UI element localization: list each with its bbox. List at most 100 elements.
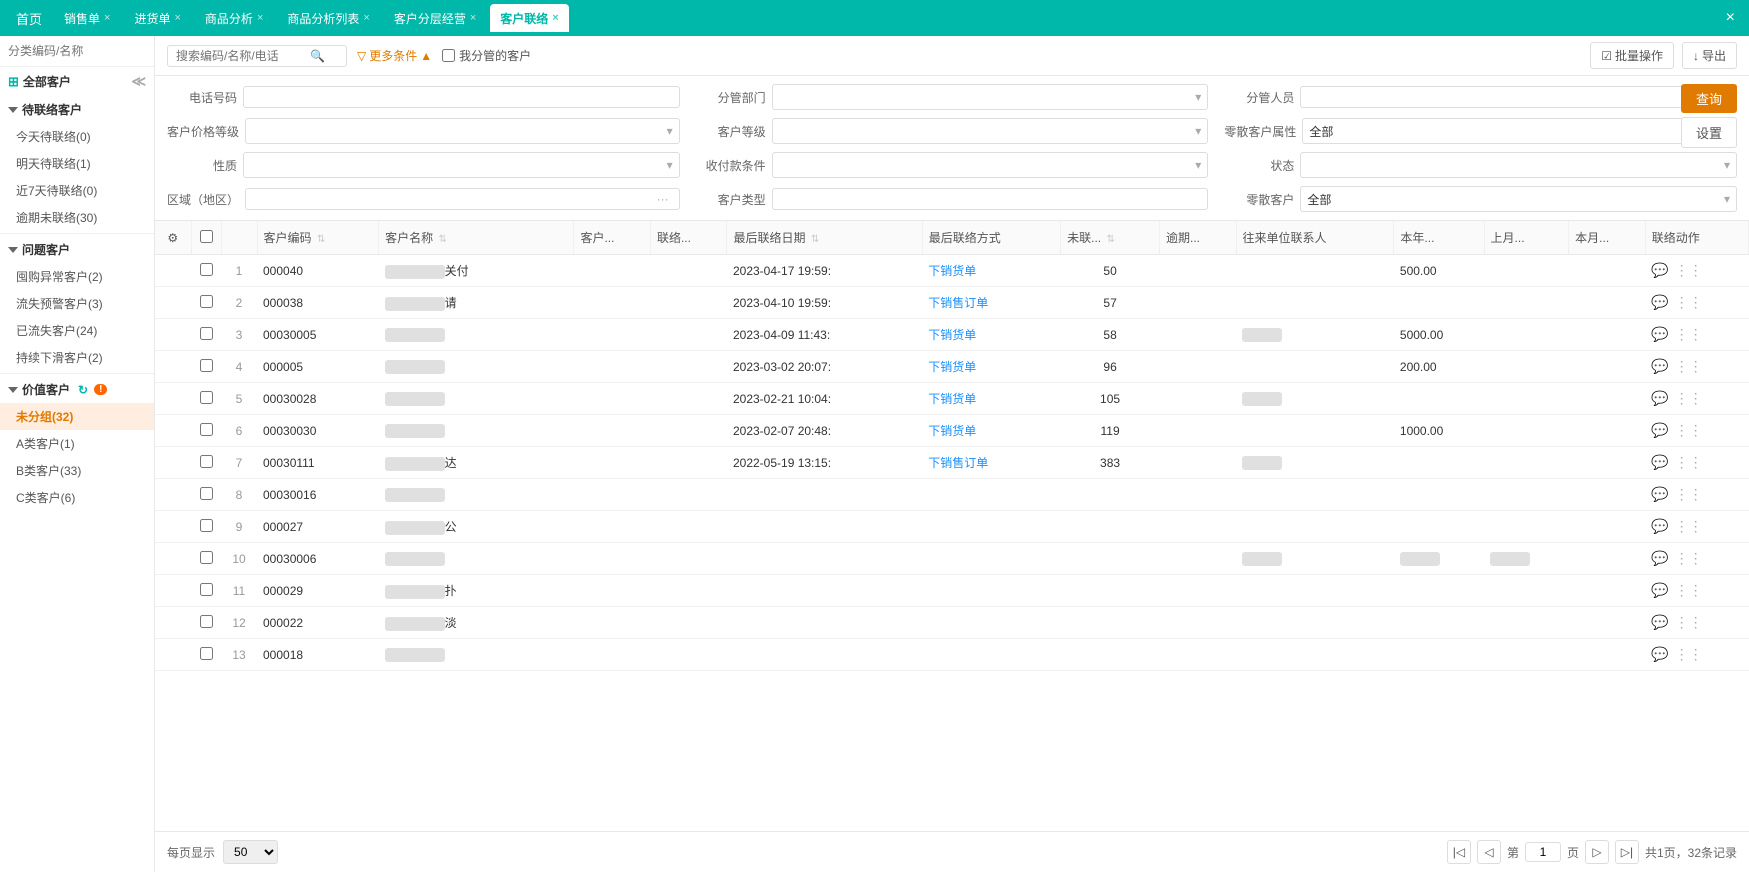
chat-icon[interactable]: 💬 xyxy=(1651,454,1668,471)
sidebar-item-declining[interactable]: 持续下滑客户(2) xyxy=(0,344,154,371)
row-checkbox[interactable] xyxy=(191,607,221,639)
more-actions-icon[interactable]: ⋮⋮ xyxy=(1675,518,1703,535)
contact-method-link[interactable]: 下销货单 xyxy=(928,264,976,278)
row-select-checkbox[interactable] xyxy=(200,583,213,596)
sidebar-item-today[interactable]: 今天待联络(0) xyxy=(0,123,154,150)
filter-input-customer-type[interactable] xyxy=(772,188,1209,210)
close-purchase-order[interactable]: × xyxy=(174,12,180,24)
tab-product-analysis-list[interactable]: 商品分析列表 × xyxy=(277,4,379,32)
more-actions-icon[interactable]: ⋮⋮ xyxy=(1675,646,1703,663)
column-not-contacted[interactable]: 未联... ⇅ xyxy=(1061,221,1160,255)
more-actions-icon[interactable]: ⋮⋮ xyxy=(1675,390,1703,407)
my-customers-checkbox[interactable] xyxy=(442,49,455,62)
row-select-checkbox[interactable] xyxy=(200,359,213,372)
filter-select-retail-attr[interactable]: 全部 ▾ xyxy=(1302,118,1737,144)
close-customer-segment[interactable]: × xyxy=(470,12,476,24)
filter-select-status[interactable]: ▾ xyxy=(1300,152,1737,178)
region-dots-icon[interactable]: ··· xyxy=(653,192,673,206)
my-customers-checkbox-label[interactable]: 我分管的客户 xyxy=(442,47,531,64)
tab-purchase-order[interactable]: 进货单 × xyxy=(124,4,190,32)
tab-customer-segment[interactable]: 客户分层经营 × xyxy=(384,4,486,32)
more-actions-icon[interactable]: ⋮⋮ xyxy=(1675,294,1703,311)
pending-contact-section[interactable]: 待联络客户 xyxy=(0,96,154,123)
row-checkbox[interactable] xyxy=(191,543,221,575)
filter-input-region[interactable]: ··· xyxy=(245,188,680,210)
sidebar-item-class-b[interactable]: B类客户(33) xyxy=(0,457,154,484)
more-actions-icon[interactable]: ⋮⋮ xyxy=(1675,454,1703,471)
per-page-select[interactable]: 50 100 200 xyxy=(223,840,278,864)
reset-button[interactable]: 设置 xyxy=(1681,117,1737,148)
more-actions-icon[interactable]: ⋮⋮ xyxy=(1675,422,1703,439)
more-actions-icon[interactable]: ⋮⋮ xyxy=(1675,262,1703,279)
tab-sales-order[interactable]: 销售单 × xyxy=(54,4,120,32)
more-actions-icon[interactable]: ⋮⋮ xyxy=(1675,358,1703,375)
close-product-analysis[interactable]: × xyxy=(257,12,263,24)
select-all-checkbox[interactable] xyxy=(200,230,213,243)
row-checkbox[interactable] xyxy=(191,575,221,607)
sort-last-contact-date[interactable]: ⇅ xyxy=(811,234,819,245)
home-tab[interactable]: 首页 xyxy=(8,9,50,28)
sidebar-item-unclassified[interactable]: 未分组(32) xyxy=(0,403,154,430)
row-select-checkbox[interactable] xyxy=(200,647,213,660)
row-checkbox[interactable] xyxy=(191,287,221,319)
chat-icon[interactable]: 💬 xyxy=(1651,294,1668,311)
sidebar-item-tomorrow[interactable]: 明天待联络(1) xyxy=(0,150,154,177)
row-checkbox[interactable] xyxy=(191,447,221,479)
row-select-checkbox[interactable] xyxy=(200,551,213,564)
sidebar-item-churn-warning[interactable]: 流失预警客户(3) xyxy=(0,290,154,317)
filter-input-phone[interactable] xyxy=(243,86,680,108)
last-contact-method-cell[interactable]: 下销货单 xyxy=(922,319,1060,351)
close-sales-order[interactable]: × xyxy=(104,12,110,24)
close-product-analysis-list[interactable]: × xyxy=(363,12,369,24)
sidebar-item-7days[interactable]: 近7天待联络(0) xyxy=(0,177,154,204)
more-actions-icon[interactable]: ⋮⋮ xyxy=(1675,550,1703,567)
export-btn[interactable]: ↓ 导出 xyxy=(1682,42,1737,69)
chat-icon[interactable]: 💬 xyxy=(1651,422,1668,439)
last-contact-method-cell[interactable]: 下销售订单 xyxy=(922,447,1060,479)
more-conditions-btn[interactable]: ▽ 更多条件 ▲ xyxy=(357,47,432,64)
more-actions-icon[interactable]: ⋮⋮ xyxy=(1675,582,1703,599)
chat-icon[interactable]: 💬 xyxy=(1651,550,1668,567)
filter-input-manager[interactable]: ··· xyxy=(1300,86,1737,108)
chat-icon[interactable]: 💬 xyxy=(1651,326,1668,343)
filter-select-nature[interactable]: ▾ xyxy=(243,152,680,178)
contact-method-link[interactable]: 下销货单 xyxy=(928,424,976,438)
row-checkbox[interactable] xyxy=(191,351,221,383)
last-contact-method-cell[interactable]: 下销货单 xyxy=(922,415,1060,447)
row-select-checkbox[interactable] xyxy=(200,519,213,532)
chat-icon[interactable]: 💬 xyxy=(1651,358,1668,375)
contact-method-link[interactable]: 下销货单 xyxy=(928,328,976,342)
last-page-btn[interactable]: ▷| xyxy=(1615,840,1639,864)
more-actions-icon[interactable]: ⋮⋮ xyxy=(1675,326,1703,343)
row-select-checkbox[interactable] xyxy=(200,423,213,436)
batch-operation-btn[interactable]: ☑ 批量操作 xyxy=(1590,42,1674,69)
row-checkbox[interactable] xyxy=(191,255,221,287)
row-select-checkbox[interactable] xyxy=(200,263,213,276)
sidebar-item-class-a[interactable]: A类客户(1) xyxy=(0,430,154,457)
column-customer-code[interactable]: 客户编码 ⇅ xyxy=(257,221,379,255)
problem-customer-section[interactable]: 问题客户 xyxy=(0,236,154,263)
page-number-input[interactable] xyxy=(1525,842,1561,862)
more-actions-icon[interactable]: ⋮⋮ xyxy=(1675,486,1703,503)
all-customers-header[interactable]: ⊞ 全部客户 ≪ xyxy=(0,67,154,96)
sort-not-contacted[interactable]: ⇅ xyxy=(1107,234,1115,245)
sidebar-item-overdue[interactable]: 逾期未联络(30) xyxy=(0,204,154,231)
filter-select-dept[interactable]: ▾ xyxy=(772,84,1209,110)
sidebar-item-class-c[interactable]: C类客户(6) xyxy=(0,484,154,511)
sort-customer-code[interactable]: ⇅ xyxy=(317,234,325,245)
filter-select-retail-customer[interactable]: 全部 ▾ xyxy=(1300,186,1737,212)
tab-customer-contact[interactable]: 客户联络 × xyxy=(490,4,568,32)
value-customer-refresh[interactable]: ↻ xyxy=(78,383,88,397)
column-last-contact-date[interactable]: 最后联络日期 ⇅ xyxy=(727,221,922,255)
sidebar-item-churned[interactable]: 已流失客户(24) xyxy=(0,317,154,344)
last-contact-method-cell[interactable]: 下销货单 xyxy=(922,383,1060,415)
sort-customer-name[interactable]: ⇅ xyxy=(439,234,447,245)
last-contact-method-cell[interactable]: 下销货单 xyxy=(922,255,1060,287)
filter-select-price-level[interactable]: ▾ xyxy=(245,118,680,144)
chat-icon[interactable]: 💬 xyxy=(1651,646,1668,663)
row-checkbox[interactable] xyxy=(191,511,221,543)
filter-select-customer-level[interactable]: ▾ xyxy=(772,118,1209,144)
row-select-checkbox[interactable] xyxy=(200,487,213,500)
next-page-btn[interactable]: ▷ xyxy=(1585,840,1609,864)
tab-product-analysis[interactable]: 商品分析 × xyxy=(195,4,273,32)
